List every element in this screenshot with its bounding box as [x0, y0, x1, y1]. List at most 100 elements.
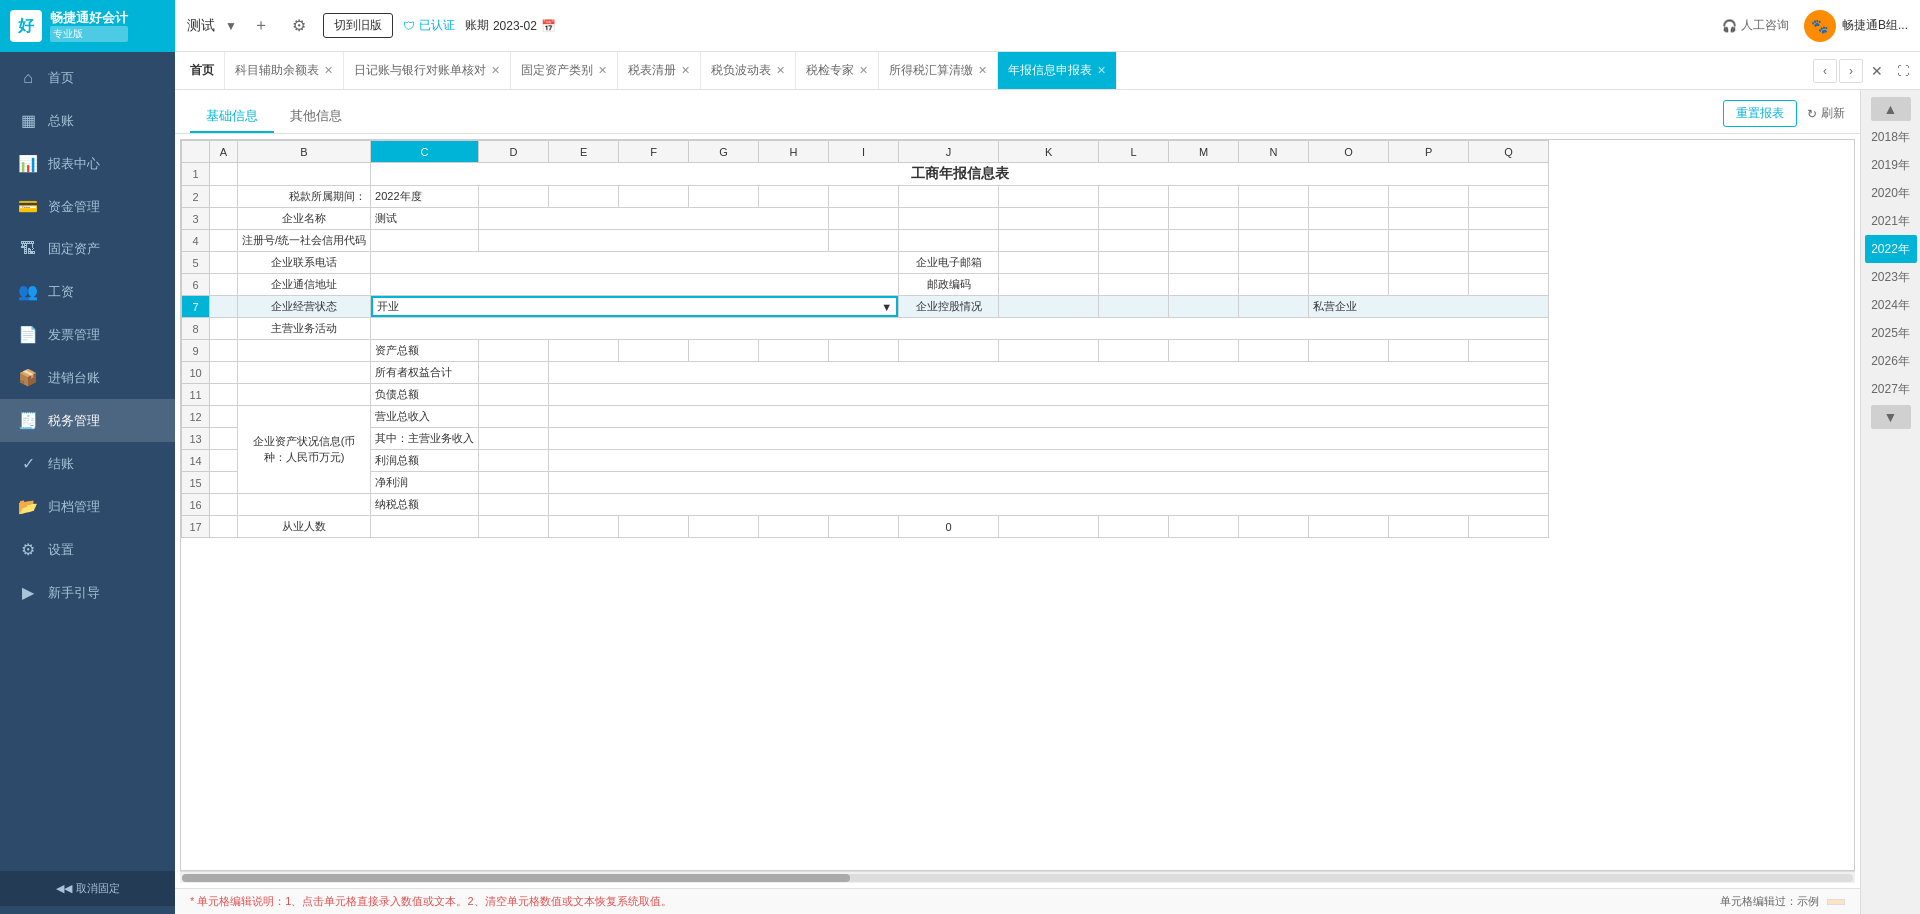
cell-10-b[interactable]	[238, 362, 371, 384]
horizontal-scrollbar[interactable]	[180, 871, 1855, 883]
scrollbar-track[interactable]	[182, 874, 1853, 882]
cell-17-e[interactable]	[549, 516, 619, 538]
cell-2-g[interactable]	[689, 186, 759, 208]
cell-4-a[interactable]	[210, 230, 238, 252]
cell-3-k[interactable]	[999, 208, 1099, 230]
year-item-2026[interactable]: 2026年	[1865, 347, 1917, 375]
col-l-header[interactable]: L	[1099, 141, 1169, 163]
cell-9-j[interactable]	[899, 340, 999, 362]
tab-aux-close[interactable]: ✕	[324, 64, 333, 77]
cell-3-p[interactable]	[1389, 208, 1469, 230]
cell-11-d[interactable]	[479, 384, 549, 406]
tab-annual-close[interactable]: ✕	[1097, 64, 1106, 77]
cell-4-k[interactable]	[999, 230, 1099, 252]
cell-9-e[interactable]	[549, 340, 619, 362]
cell-4-o[interactable]	[1309, 230, 1389, 252]
year-scroll-up-btn[interactable]: ▲	[1871, 97, 1911, 121]
cell-17-h[interactable]	[759, 516, 829, 538]
sidebar-item-guide[interactable]: ▶ 新手引导	[0, 571, 175, 614]
cell-6-m[interactable]	[1169, 274, 1239, 296]
cell-11-c[interactable]: 负债总额	[371, 384, 479, 406]
cell-2-p[interactable]	[1389, 186, 1469, 208]
cell-7-n[interactable]	[1239, 296, 1309, 318]
cell-4-n[interactable]	[1239, 230, 1309, 252]
cell-16-c[interactable]: 纳税总额	[371, 494, 479, 516]
cell-8-c[interactable]	[371, 318, 1549, 340]
cell-4-d[interactable]	[479, 230, 829, 252]
cell-6-o[interactable]	[1309, 274, 1389, 296]
cell-3-q[interactable]	[1469, 208, 1549, 230]
cell-9-c[interactable]: 资产总额	[371, 340, 479, 362]
cell-12-e[interactable]	[549, 406, 1549, 428]
tab-income-tax[interactable]: 所得税汇算清缴 ✕	[879, 52, 998, 89]
cell-17-b[interactable]: 从业人数	[238, 516, 371, 538]
cell-11-e[interactable]	[549, 384, 1549, 406]
consult-btn[interactable]: 🎧 人工咨询	[1722, 17, 1789, 34]
cell-14-a[interactable]	[210, 450, 238, 472]
year-item-2021[interactable]: 2021年	[1865, 207, 1917, 235]
tab-journal-close[interactable]: ✕	[491, 64, 500, 77]
cell-17-m[interactable]	[1169, 516, 1239, 538]
sidebar-item-stock[interactable]: 📦 进销台账	[0, 356, 175, 399]
subtab-other[interactable]: 其他信息	[274, 101, 358, 133]
cell-10-a[interactable]	[210, 362, 238, 384]
sidebar-item-report[interactable]: 📊 报表中心	[0, 142, 175, 185]
subtab-basic[interactable]: 基础信息	[190, 101, 274, 133]
cell-2-j[interactable]	[899, 186, 999, 208]
cell-10-d[interactable]	[479, 362, 549, 384]
cell-17-j[interactable]: 0	[899, 516, 999, 538]
cell-10-c[interactable]: 所有者权益合计	[371, 362, 479, 384]
cell-2-n[interactable]	[1239, 186, 1309, 208]
cell-7-k[interactable]	[999, 296, 1099, 318]
cell-3-d[interactable]	[479, 208, 829, 230]
cell-17-i[interactable]	[829, 516, 899, 538]
col-e-header[interactable]: E	[549, 141, 619, 163]
cell-9-f[interactable]	[619, 340, 689, 362]
cell-9-b[interactable]	[238, 340, 371, 362]
col-j-header[interactable]: J	[899, 141, 999, 163]
refresh-btn[interactable]: ↻ 刷新	[1807, 105, 1845, 122]
cell-7-a[interactable]	[210, 296, 238, 318]
cell-5-k[interactable]	[999, 252, 1099, 274]
cell-2-o[interactable]	[1309, 186, 1389, 208]
cell-7-m[interactable]	[1169, 296, 1239, 318]
tab-aux[interactable]: 科目辅助余额表 ✕	[225, 52, 344, 89]
cell-17-f[interactable]	[619, 516, 689, 538]
sidebar-item-home[interactable]: ⌂ 首页	[0, 57, 175, 99]
cell-13-e[interactable]	[549, 428, 1549, 450]
cell-1-b[interactable]	[238, 163, 371, 186]
cell-9-a[interactable]	[210, 340, 238, 362]
cell-5-n[interactable]	[1239, 252, 1309, 274]
sidebar-item-settings[interactable]: ⚙ 设置	[0, 528, 175, 571]
year-item-2027[interactable]: 2027年	[1865, 375, 1917, 403]
sidebar-item-ledger[interactable]: ▦ 总账	[0, 99, 175, 142]
cell-3-i[interactable]	[829, 208, 899, 230]
cell-2-c[interactable]: 2022年度	[371, 186, 479, 208]
cell-4-l[interactable]	[1099, 230, 1169, 252]
sidebar-item-fund[interactable]: 💳 资金管理	[0, 185, 175, 228]
cell-9-g[interactable]	[689, 340, 759, 362]
year-item-2018[interactable]: 2018年	[1865, 123, 1917, 151]
cell-5-j[interactable]: 企业电子邮箱	[899, 252, 999, 274]
cell-8-b[interactable]: 主营业务活动	[238, 318, 371, 340]
col-g-header[interactable]: G	[689, 141, 759, 163]
cell-5-q[interactable]	[1469, 252, 1549, 274]
cell-9-h[interactable]	[759, 340, 829, 362]
cell-16-d[interactable]	[479, 494, 549, 516]
col-b-header[interactable]: B	[238, 141, 371, 163]
cell-7-b[interactable]: 企业经营状态	[238, 296, 371, 318]
cell-14-d[interactable]	[479, 450, 549, 472]
topbar-add-btn[interactable]: ＋	[247, 12, 275, 40]
tab-journal[interactable]: 日记账与银行对账单核对 ✕	[344, 52, 511, 89]
year-item-2019[interactable]: 2019年	[1865, 151, 1917, 179]
tab-next-btn[interactable]: ›	[1839, 59, 1863, 83]
tab-tax-table-close[interactable]: ✕	[681, 64, 690, 77]
cell-5-p[interactable]	[1389, 252, 1469, 274]
cell-7-c-dropdown[interactable]: 开业 ▼	[371, 296, 899, 318]
cell-6-k[interactable]	[999, 274, 1099, 296]
scrollbar-thumb[interactable]	[182, 874, 850, 882]
cell-7-o[interactable]: 私营企业	[1309, 296, 1549, 318]
cell-10-e[interactable]	[549, 362, 1549, 384]
cell-13-d[interactable]	[479, 428, 549, 450]
col-d-header[interactable]: D	[479, 141, 549, 163]
